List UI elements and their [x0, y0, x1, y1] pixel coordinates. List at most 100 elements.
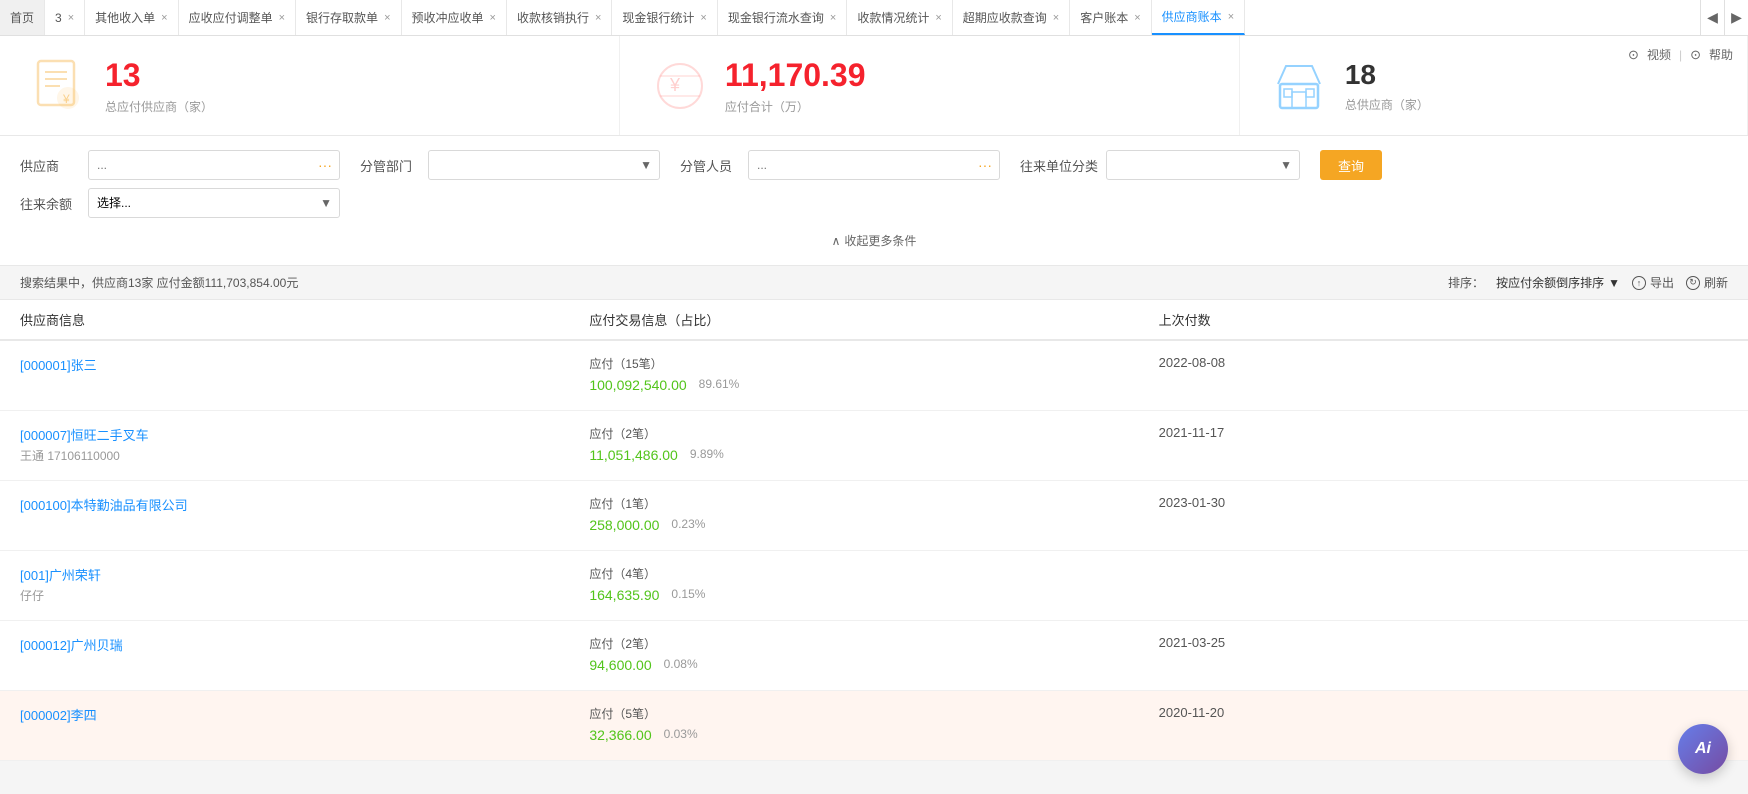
nav-tab-bank-deposit-close[interactable]: × [384, 12, 390, 24]
supplier-cell: [000002]李四 [20, 705, 589, 746]
nav-tab-other-income-close[interactable]: × [161, 12, 167, 24]
export-button[interactable]: ↑ 导出 [1632, 274, 1674, 291]
last-payment-date: 2021-03-25 [1159, 635, 1226, 650]
dept-label: 分管部门 [360, 156, 420, 175]
nav-tab-cash-bank-stat[interactable]: 现金银行统计 × [612, 0, 717, 35]
supplier-input-wrap: ··· [88, 150, 340, 180]
trans-amount-link[interactable]: 258,000.00 [589, 517, 659, 533]
nav-tab-supplier-ledger[interactable]: 供应商账本 × [1152, 0, 1245, 35]
trans-amount-link[interactable]: 100,092,540.00 [589, 377, 686, 393]
stat-ap-total-label: 应付合计（万） [725, 98, 866, 115]
nav-tab-ar-ap-adjust-close[interactable]: × [279, 12, 285, 24]
trans-amount-link[interactable]: 94,600.00 [589, 657, 651, 673]
trans-label: 应付（5笔） [589, 705, 1158, 722]
last-payment-date: 2020-11-20 [1159, 705, 1225, 720]
refresh-button[interactable]: ↻ 刷新 [1686, 274, 1728, 291]
nav-tab-prepay-ar[interactable]: 预收冲应收单 × [402, 0, 507, 35]
results-right: 排序： 按应付余额倒序排序 ▼ ↑ 导出 ↻ 刷新 [1448, 274, 1728, 291]
results-summary: 搜索结果中，供应商13家 应付金额111,703,854.00元 [20, 274, 298, 291]
supplier-link[interactable]: [000001]张三 [20, 355, 589, 374]
nav-tab-3-close[interactable]: × [68, 12, 74, 24]
supplier-link[interactable]: [001]广州荣轩 [20, 565, 589, 584]
nav-tab-prepay-ar-close[interactable]: × [490, 12, 496, 24]
category-select[interactable] [1106, 150, 1300, 180]
balance-select[interactable]: 选择... [88, 188, 340, 218]
table-row: [000002]李四 应付（5笔） 32,366.00 0.03% 2020-1… [0, 691, 1748, 761]
category-label: 往来单位分类 [1020, 156, 1098, 175]
nav-tab-receipt-exec-close[interactable]: × [595, 12, 601, 24]
nav-tab-customer-ledger[interactable]: 客户账本 × [1070, 0, 1151, 35]
nav-tab-home[interactable]: 首页 [0, 0, 45, 35]
ai-button[interactable]: Ai [1678, 724, 1728, 774]
search-area: 供应商 ··· 分管部门 ▼ 分管人员 ··· [0, 136, 1748, 266]
nav-tab-cash-flow-query-label: 现金银行流水查询 [728, 9, 824, 26]
last-payment-cell: 2021-11-17 [1159, 425, 1728, 466]
supplier-cell: [001]广州荣轩 仔仔 [20, 565, 589, 606]
help-link[interactable]: 帮助 [1709, 46, 1733, 63]
nav-tab-bank-deposit[interactable]: 银行存取款单 × [296, 0, 401, 35]
nav-tab-cash-bank-stat-close[interactable]: × [700, 12, 706, 24]
supplier-link[interactable]: [000100]本特勤油品有限公司 [20, 495, 589, 514]
trans-percent: 0.08% [664, 657, 698, 671]
nav-tab-3[interactable]: 3 × [45, 0, 85, 35]
nav-tab-customer-ledger-close[interactable]: × [1134, 12, 1140, 24]
trans-percent: 89.61% [699, 377, 740, 391]
last-payment-cell [1159, 565, 1728, 606]
search-row-2: 往来余额 选择... ▼ [20, 188, 340, 218]
col-supplier-info: 供应商信息 [20, 310, 589, 329]
nav-tab-overdue-ar[interactable]: 超期应收款查询 × [953, 0, 1070, 35]
stat-ap-suppliers-label: 总应付供应商（家） [105, 98, 213, 115]
table-row: [000001]张三 应付（15笔） 100,092,540.00 89.61%… [0, 341, 1748, 411]
nav-tab-supplier-ledger-close[interactable]: × [1228, 11, 1234, 23]
stat-ap-total-content: 11,170.39 应付合计（万） [725, 56, 866, 115]
trans-amount-link[interactable]: 11,051,486.00 [589, 447, 678, 463]
table-row: [000100]本特勤油品有限公司 应付（1笔） 258,000.00 0.23… [0, 481, 1748, 551]
nav-tab-receipt-exec[interactable]: 收款核销执行 × [507, 0, 612, 35]
person-input[interactable] [748, 150, 1000, 180]
trans-percent: 9.89% [690, 447, 724, 461]
nav-prev-button[interactable]: ◀ [1700, 0, 1724, 36]
nav-tab-overdue-ar-label: 超期应收款查询 [963, 9, 1047, 26]
collapse-label: 收起更多条件 [844, 232, 916, 249]
ai-button-label: Ai [1695, 740, 1711, 758]
supplier-ellipsis-icon[interactable]: ··· [318, 157, 332, 173]
nav-tab-cash-flow-query[interactable]: 现金银行流水查询 × [718, 0, 847, 35]
person-ellipsis-icon[interactable]: ··· [978, 157, 992, 173]
trans-amount-link[interactable]: 164,635.90 [589, 587, 659, 603]
nav-tab-bank-deposit-label: 银行存取款单 [306, 9, 378, 26]
nav-tab-receipt-stat-close[interactable]: × [935, 12, 941, 24]
category-field: 往来单位分类 ▼ [1020, 150, 1300, 180]
supplier-link[interactable]: [000012]广州贝瑞 [20, 635, 589, 654]
supplier-sub: 王通 17106110000 [20, 447, 589, 464]
dept-select[interactable] [428, 150, 660, 180]
nav-tab-other-income-label: 其他收入单 [95, 9, 155, 26]
nav-tab-receipt-stat[interactable]: 收款情况统计 × [847, 0, 952, 35]
nav-tab-overdue-ar-close[interactable]: × [1053, 12, 1059, 24]
nav-tab-ar-ap-adjust[interactable]: 应收应付调整单 × [179, 0, 296, 35]
trans-label: 应付（2笔） [589, 635, 1158, 652]
transaction-cell: 应付（15笔） 100,092,540.00 89.61% [589, 355, 1158, 396]
collapse-button[interactable]: ∧ 收起更多条件 [20, 226, 1728, 255]
table-row: [001]广州荣轩 仔仔 应付（4笔） 164,635.90 0.15% [0, 551, 1748, 621]
sort-select[interactable]: 按应付余额倒序排序 ▼ [1496, 274, 1620, 291]
supplier-input[interactable] [88, 150, 340, 180]
store-icon [1270, 56, 1330, 116]
supplier-link[interactable]: [000007]恒旺二手叉车 [20, 425, 589, 444]
nav-tab-other-income[interactable]: 其他收入单 × [85, 0, 178, 35]
nav-tab-cash-flow-query-close[interactable]: × [830, 12, 836, 24]
person-input-wrap: ··· [748, 150, 1000, 180]
nav-tab-receipt-exec-label: 收款核销执行 [517, 9, 589, 26]
stat-total-suppliers-content: 18 总供应商（家） [1345, 58, 1429, 113]
stat-ap-suppliers-number: 13 [105, 56, 213, 94]
bill-icon: ¥ [650, 56, 710, 116]
video-link[interactable]: 视频 [1647, 46, 1671, 63]
trans-percent: 0.23% [671, 517, 705, 531]
supplier-sub: 仔仔 [20, 587, 589, 604]
video-icon: ⊙ [1628, 47, 1639, 63]
query-button[interactable]: 查询 [1320, 150, 1382, 180]
nav-next-button[interactable]: ▶ [1724, 0, 1748, 36]
supplier-link[interactable]: [000002]李四 [20, 705, 589, 724]
last-payment-cell: 2020-11-20 [1159, 705, 1728, 746]
supplier-cell: [000100]本特勤油品有限公司 [20, 495, 589, 536]
trans-amount-link[interactable]: 32,366.00 [589, 727, 651, 743]
